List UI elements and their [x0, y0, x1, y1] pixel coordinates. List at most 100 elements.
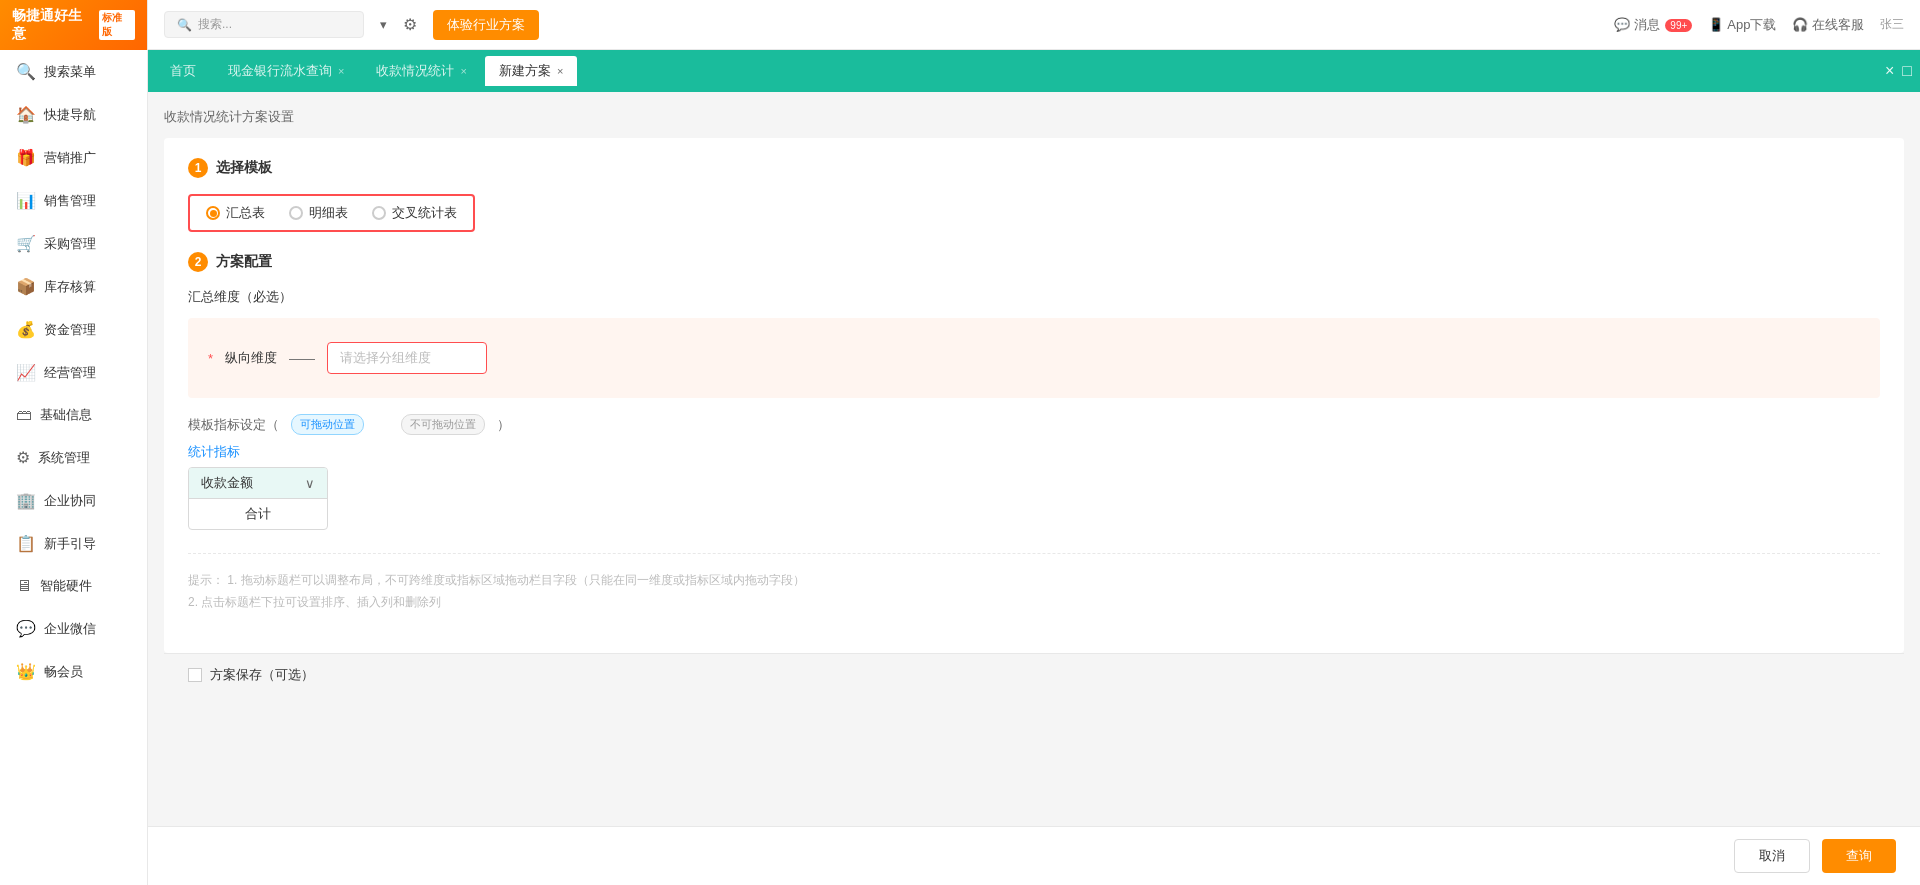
- stat-body-row: 合计: [189, 499, 327, 529]
- download-icon: 📱: [1708, 17, 1724, 32]
- tab-home[interactable]: 首页: [156, 56, 210, 86]
- query-button[interactable]: 查询: [1822, 839, 1896, 873]
- sidebar-item-operation[interactable]: 📈 经营管理: [0, 351, 147, 394]
- indicators-section: 模板指标设定（ 可拖动位置 不可拖动位置 ） 统计指标 收款金额 ∨ 合计: [188, 414, 1880, 533]
- tab-home-label: 首页: [170, 62, 196, 80]
- tab-receipt-stats-label: 收款情况统计: [376, 62, 454, 80]
- sidebar-item-purchase[interactable]: 🛒 采购管理: [0, 222, 147, 265]
- database-icon: 🗃: [16, 406, 32, 424]
- window-close-icon[interactable]: ×: [1885, 62, 1894, 80]
- topbar-right: 💬 消息 99+ 📱 App下载 🎧 在线客服 张三: [1614, 16, 1904, 34]
- field-label: 纵向维度: [225, 349, 277, 367]
- trial-button[interactable]: 体验行业方案: [433, 10, 539, 40]
- sidebar-item-basic[interactable]: 🗃 基础信息: [0, 394, 147, 436]
- search-box[interactable]: 🔍 搜索...: [164, 11, 364, 38]
- sidebar-item-finance[interactable]: 💰 资金管理: [0, 308, 147, 351]
- save-checkbox[interactable]: [188, 668, 202, 682]
- sidebar-item-label: 库存核算: [44, 278, 96, 296]
- dimension-row: * 纵向维度 —— 请选择分组维度: [208, 342, 1860, 374]
- radio-cross-label: 交叉统计表: [392, 204, 457, 222]
- topbar: 🔍 搜索... ▾ ⚙ 体验行业方案 💬 消息 99+ 📱 App下载 🎧 在线…: [148, 0, 1920, 50]
- message-icon: 💬: [1614, 17, 1630, 32]
- sidebar-item-label: 系统管理: [38, 449, 90, 467]
- radio-detail[interactable]: 明细表: [289, 204, 348, 222]
- tab-receipt-stats-close[interactable]: ×: [460, 65, 466, 77]
- step1-num: 1: [188, 158, 208, 178]
- radio-cross[interactable]: 交叉统计表: [372, 204, 457, 222]
- sidebar-item-member[interactable]: 👑 畅会员: [0, 650, 147, 693]
- sidebar-item-quick-nav[interactable]: 🏠 快捷导航: [0, 93, 147, 136]
- tab-bank-flow-label: 现金银行流水查询: [228, 62, 332, 80]
- sidebar-item-label: 搜索菜单: [44, 63, 96, 81]
- sidebar-item-corp[interactable]: 🏢 企业协同: [0, 479, 147, 522]
- draggable-badge: 可拖动位置: [291, 414, 364, 435]
- gift-icon: 🎁: [16, 148, 36, 167]
- tips-line1: 提示： 1. 拖动标题栏可以调整布局，不可跨维度或指标区域拖动栏目字段（只能在同…: [188, 570, 1880, 592]
- cancel-button[interactable]: 取消: [1734, 839, 1810, 873]
- gear-icon: ⚙: [16, 448, 30, 467]
- download-area[interactable]: 📱 App下载: [1708, 16, 1776, 34]
- indicators-title: 模板指标设定（: [188, 416, 279, 434]
- notification-area[interactable]: 💬 消息 99+: [1614, 16, 1692, 34]
- sidebar-item-label: 营销推广: [44, 149, 96, 167]
- radio-summary-circle: [206, 206, 220, 220]
- step1-header: 1 选择模板: [188, 158, 1880, 178]
- sidebar-item-search-menu[interactable]: 🔍 搜索菜单: [0, 50, 147, 93]
- sidebar-item-label: 经营管理: [44, 364, 96, 382]
- indicators-header: 模板指标设定（ 可拖动位置 不可拖动位置 ）: [188, 414, 1880, 435]
- save-label: 方案保存（可选）: [210, 666, 314, 684]
- arrow-separator: ——: [289, 351, 315, 366]
- indicators-close: ）: [497, 416, 510, 434]
- tab-new-plan-close[interactable]: ×: [557, 65, 563, 77]
- save-section: 方案保存（可选）: [164, 653, 1904, 696]
- window-maximize-icon[interactable]: □: [1902, 62, 1912, 80]
- sidebar-item-label: 企业协同: [44, 492, 96, 510]
- footer-bar: 取消 查询: [148, 826, 1920, 885]
- sidebar-item-label: 智能硬件: [40, 577, 92, 595]
- user-name: 张三: [1880, 16, 1904, 33]
- radio-summary[interactable]: 汇总表: [206, 204, 265, 222]
- home-icon: 🏠: [16, 105, 36, 124]
- sidebar-item-label: 快捷导航: [44, 106, 96, 124]
- tab-new-plan[interactable]: 新建方案 ×: [485, 56, 577, 86]
- tab-bank-flow[interactable]: 现金银行流水查询 ×: [214, 56, 358, 86]
- sidebar-item-label: 销售管理: [44, 192, 96, 210]
- dropdown-arrow[interactable]: ▾: [380, 17, 387, 32]
- logo-text: 畅捷通好生意: [12, 7, 95, 43]
- search-icon: 🔍: [177, 18, 192, 32]
- sidebar-item-system[interactable]: ⚙ 系统管理: [0, 436, 147, 479]
- chart-icon: 📊: [16, 191, 36, 210]
- settings-gear-icon[interactable]: ⚙: [403, 15, 417, 34]
- template-options: 汇总表 明细表 交叉统计表: [188, 194, 475, 232]
- service-area[interactable]: 🎧 在线客服: [1792, 16, 1864, 34]
- download-label: App下载: [1727, 17, 1776, 32]
- sidebar-item-wechat[interactable]: 💬 企业微信: [0, 607, 147, 650]
- sidebar-item-marketing[interactable]: 🎁 营销推广: [0, 136, 147, 179]
- sidebar-item-inventory[interactable]: 📦 库存核算: [0, 265, 147, 308]
- service-label: 在线客服: [1812, 17, 1864, 32]
- box-icon: 📦: [16, 277, 36, 296]
- radio-detail-circle: [289, 206, 303, 220]
- tab-new-plan-label: 新建方案: [499, 62, 551, 80]
- step1-section: 1 选择模板 汇总表 明细表 交叉统计表: [188, 158, 1880, 232]
- sidebar-item-label: 资金管理: [44, 321, 96, 339]
- computer-icon: 🖥: [16, 577, 32, 595]
- sidebar-item-label: 基础信息: [40, 406, 92, 424]
- guide-icon: 📋: [16, 534, 36, 553]
- stat-header-row: 收款金额 ∨: [189, 468, 327, 499]
- stat-label: 统计指标: [188, 443, 1880, 461]
- sidebar-item-hardware[interactable]: 🖥 智能硬件: [0, 565, 147, 607]
- stat-col-header: 收款金额: [201, 474, 253, 492]
- window-controls: × □: [1885, 62, 1912, 80]
- stat-table: 收款金额 ∨ 合计: [188, 467, 328, 530]
- search-placeholder: 搜索...: [198, 16, 232, 33]
- sidebar-item-guide[interactable]: 📋 新手引导: [0, 522, 147, 565]
- logo-badge: 标准版: [99, 10, 135, 40]
- tab-bank-flow-close[interactable]: ×: [338, 65, 344, 77]
- crown-icon: 👑: [16, 662, 36, 681]
- sidebar-item-sales[interactable]: 📊 销售管理: [0, 179, 147, 222]
- tab-receipt-stats[interactable]: 收款情况统计 ×: [362, 56, 480, 86]
- stat-col-dropdown[interactable]: ∨: [305, 476, 315, 491]
- content-area: 收款情况统计方案设置 1 选择模板 汇总表 明细表: [148, 92, 1920, 826]
- dimension-select[interactable]: 请选择分组维度: [327, 342, 487, 374]
